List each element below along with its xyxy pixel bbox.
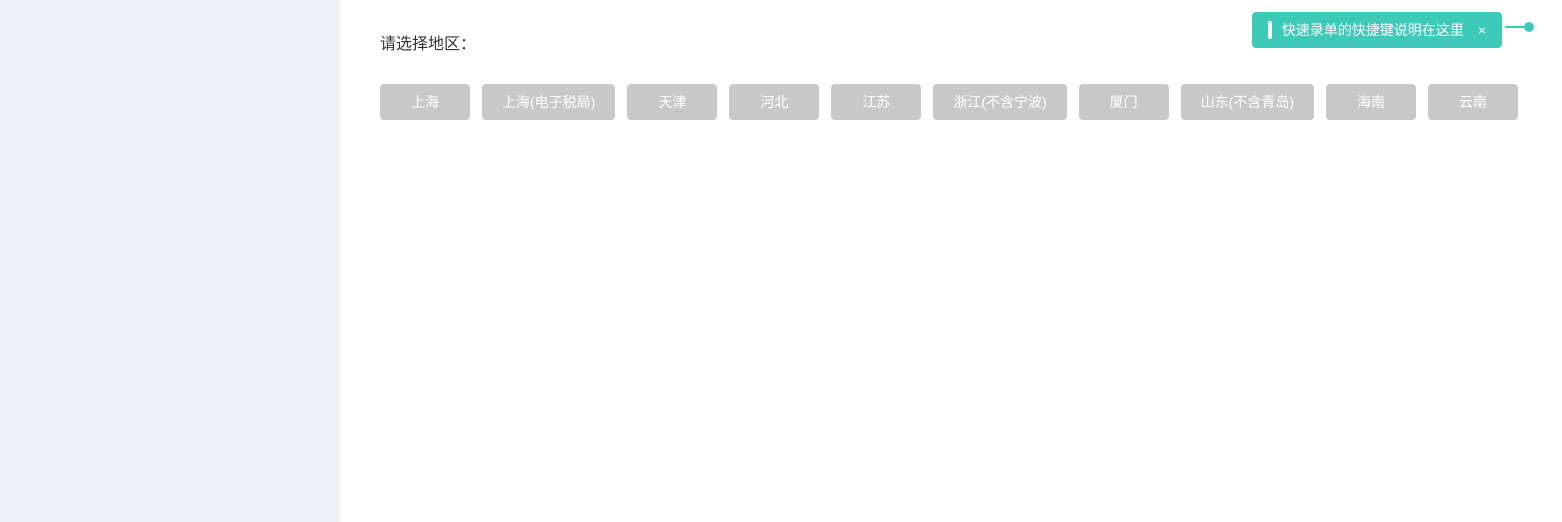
notification-text: 快速录单的快捷键说明在这里 — [1282, 20, 1464, 40]
bar-accent-icon — [1268, 21, 1272, 39]
region-button-6[interactable]: 厦门 — [1079, 84, 1169, 120]
region-button-9[interactable]: 云南 — [1428, 84, 1518, 120]
region-button-0[interactable]: 上海 — [380, 84, 470, 120]
region-button-2[interactable]: 天津 — [627, 84, 717, 120]
region-button-8[interactable]: 海南 — [1326, 84, 1416, 120]
main-content: 请选择地区： 上海上海(电子税局)天津河北江苏浙江(不含宁波)厦门山东(不含青岛… — [340, 0, 1562, 522]
region-button-4[interactable]: 江苏 — [831, 84, 921, 120]
region-button-5[interactable]: 浙江(不含宁波) — [933, 84, 1066, 120]
close-icon[interactable]: × — [1478, 22, 1486, 38]
notification-line — [1505, 26, 1525, 28]
region-button-1[interactable]: 上海(电子税局) — [482, 84, 615, 120]
notification-dot — [1524, 22, 1534, 32]
sidebar — [0, 0, 340, 522]
region-button-7[interactable]: 山东(不含青岛) — [1181, 84, 1314, 120]
region-button-3[interactable]: 河北 — [729, 84, 819, 120]
region-buttons: 上海上海(电子税局) 天津河北江苏浙江(不含宁波) 厦门山东(不含青岛) 海南云南 — [380, 84, 1522, 120]
notification-bar: 快速录单的快捷键说明在这里 × — [1252, 12, 1502, 48]
